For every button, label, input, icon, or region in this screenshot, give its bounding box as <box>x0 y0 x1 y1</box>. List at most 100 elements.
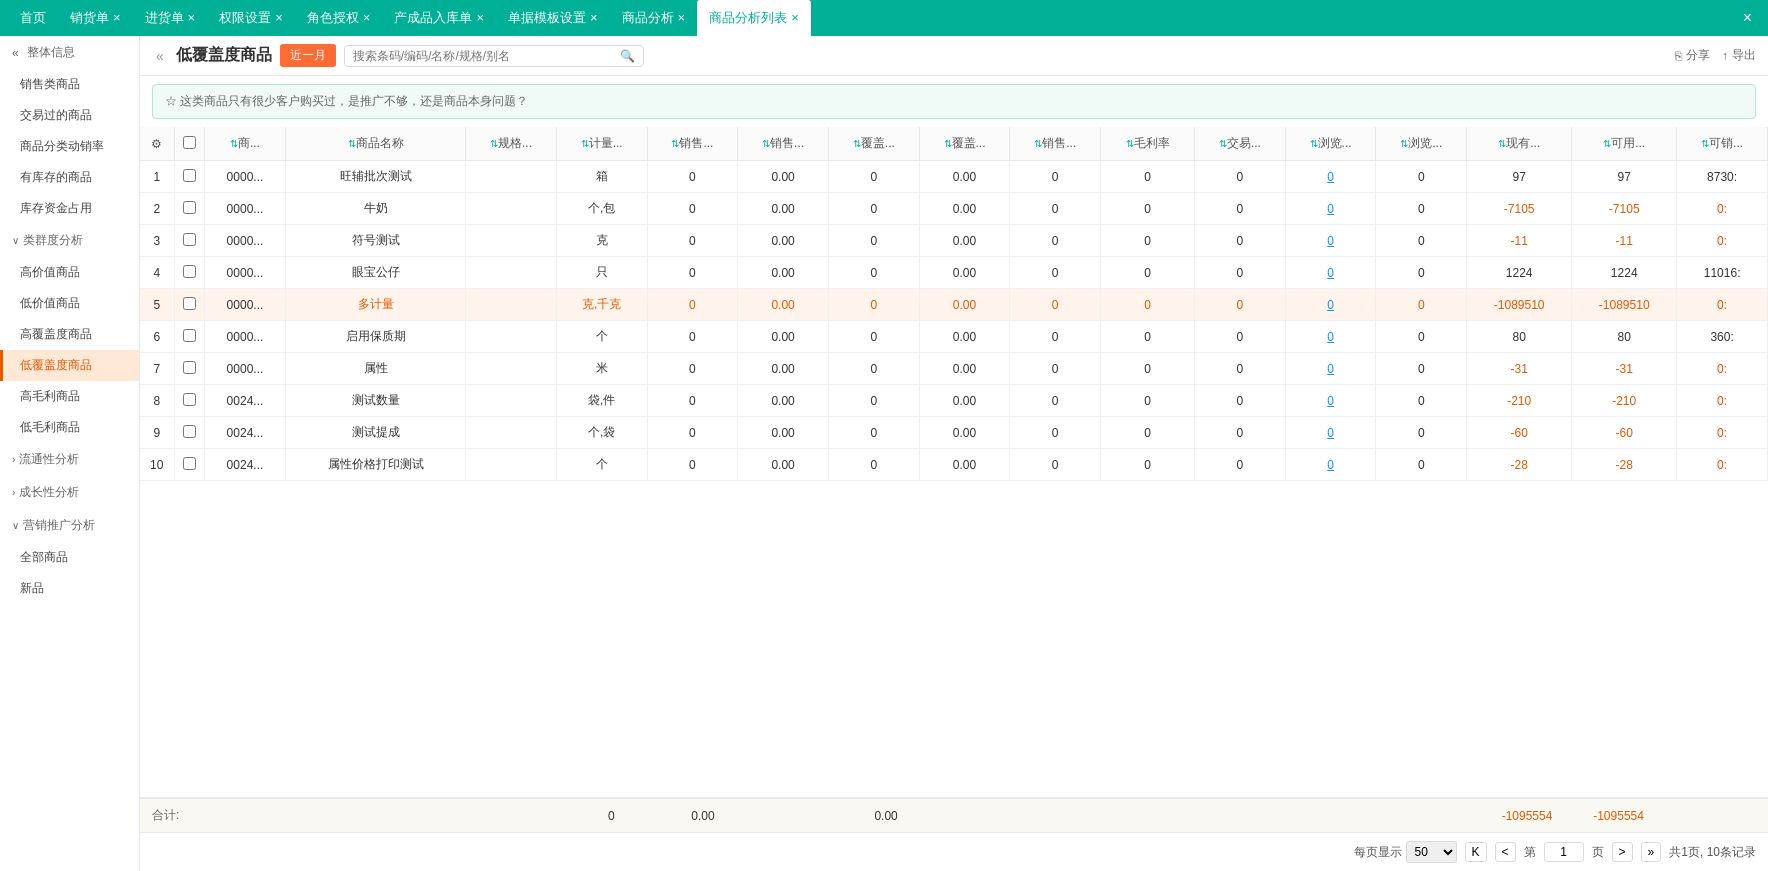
sidebar-item-all-products[interactable]: 全部商品 <box>0 542 139 573</box>
row-select-checkbox[interactable] <box>183 169 196 182</box>
sidebar-item-high-value[interactable]: 高价值商品 <box>0 257 139 288</box>
row-browse2: 0 <box>1376 289 1467 321</box>
search-input[interactable] <box>353 49 616 63</box>
table-row: 90024...测试提成个,袋00.0000.0000000-60-600: <box>140 417 1768 449</box>
first-page-button[interactable]: K <box>1465 842 1487 862</box>
sidebar-section-cluster[interactable]: ∨ 类群度分析 <box>0 224 139 257</box>
column-sellable[interactable]: ⇅可销... <box>1677 127 1768 161</box>
column-available[interactable]: ⇅可用... <box>1572 127 1677 161</box>
column-current-stock[interactable]: ⇅现有... <box>1467 127 1572 161</box>
column-sales-qty[interactable]: ⇅销售... <box>647 127 738 161</box>
row-browse2: 0 <box>1376 257 1467 289</box>
column-spec[interactable]: ⇅规格... <box>466 127 557 161</box>
row-sellable: 0: <box>1677 385 1768 417</box>
sidebar-item-high-margin[interactable]: 高毛利商品 <box>0 381 139 412</box>
page-title: 低覆盖度商品 <box>176 45 272 66</box>
period-button[interactable]: 近一月 <box>280 44 336 67</box>
sidebar-item-low-value[interactable]: 低价值商品 <box>0 288 139 319</box>
row-checkbox[interactable] <box>174 321 204 353</box>
column-sales-amt[interactable]: ⇅销售... <box>738 127 829 161</box>
nav-item-permissions[interactable]: 权限设置 × <box>207 0 295 36</box>
page-input[interactable] <box>1544 842 1584 862</box>
row-sellable: 11016: <box>1677 257 1768 289</box>
row-select-checkbox[interactable] <box>183 201 196 214</box>
row-checkbox[interactable] <box>174 353 204 385</box>
sidebar-section-overall[interactable]: « 整体信息 <box>0 36 139 69</box>
content-header: « 低覆盖度商品 近一月 🔍 ⎘ 分享 ↑ 导出 <box>140 36 1768 76</box>
row-checkbox[interactable] <box>174 289 204 321</box>
row-sales-amt: 0.00 <box>738 257 829 289</box>
row-checkbox[interactable] <box>174 417 204 449</box>
row-checkbox[interactable] <box>174 225 204 257</box>
row-select-checkbox[interactable] <box>183 425 196 438</box>
export-button[interactable]: ↑ 导出 <box>1722 47 1756 64</box>
row-select-checkbox[interactable] <box>183 329 196 342</box>
row-num: 4 <box>140 257 174 289</box>
nav-item-sales[interactable]: 销货单 × <box>58 0 133 36</box>
row-gross: 0 <box>1101 385 1195 417</box>
row-checkbox[interactable] <box>174 257 204 289</box>
column-settings[interactable]: ⚙ <box>140 127 174 161</box>
column-trade[interactable]: ⇅交易... <box>1195 127 1286 161</box>
row-cov1: 0 <box>828 257 919 289</box>
nav-item-production[interactable]: 产成品入库单 × <box>382 0 496 36</box>
row-checkbox[interactable] <box>174 161 204 193</box>
column-unit[interactable]: ⇅计量... <box>556 127 647 161</box>
next-page-button[interactable]: > <box>1612 842 1633 862</box>
column-coverage1[interactable]: ⇅覆盖... <box>828 127 919 161</box>
prev-page-button[interactable]: < <box>1495 842 1516 862</box>
row-checkbox[interactable] <box>174 193 204 225</box>
column-code[interactable]: ⇅商... <box>204 127 286 161</box>
row-trade: 0 <box>1195 161 1286 193</box>
column-sales-data[interactable]: ⇅销售... <box>1010 127 1101 161</box>
sidebar-item-traded-products[interactable]: 交易过的商品 <box>0 100 139 131</box>
row-current: -210 <box>1467 385 1572 417</box>
row-browse1: 0 <box>1285 353 1376 385</box>
nav-item-product-analysis[interactable]: 商品分析 × <box>610 0 698 36</box>
row-available: 1224 <box>1572 257 1677 289</box>
row-select-checkbox[interactable] <box>183 233 196 246</box>
row-spec <box>466 353 557 385</box>
row-select-checkbox[interactable] <box>183 457 196 470</box>
column-gross-rate[interactable]: ⇅毛利率 <box>1101 127 1195 161</box>
nav-item-template[interactable]: 单据模板设置 × <box>496 0 610 36</box>
search-icon[interactable]: 🔍 <box>620 49 635 63</box>
per-page-dropdown[interactable]: 50 20 100 200 <box>1406 841 1457 863</box>
row-sales-qty: 0 <box>647 289 738 321</box>
row-select-checkbox[interactable] <box>183 393 196 406</box>
sidebar-section-growth[interactable]: › 成长性分析 <box>0 476 139 509</box>
nav-item-roles[interactable]: 角色授权 × <box>295 0 383 36</box>
nav-item-purchase[interactable]: 进货单 × <box>133 0 208 36</box>
sidebar-item-low-coverage[interactable]: 低覆盖度商品 <box>0 350 139 381</box>
row-checkbox[interactable] <box>174 449 204 481</box>
sidebar-section-marketing[interactable]: ∨ 营销推广分析 <box>0 509 139 542</box>
row-browse1: 0 <box>1285 321 1376 353</box>
share-button[interactable]: ⎘ 分享 <box>1675 47 1710 64</box>
select-all-checkbox[interactable] <box>183 136 196 149</box>
nav-item-home[interactable]: 首页 <box>8 0 58 36</box>
row-select-checkbox[interactable] <box>183 265 196 278</box>
row-cov1: 0 <box>828 449 919 481</box>
sidebar-item-low-margin[interactable]: 低毛利商品 <box>0 412 139 443</box>
column-browse2[interactable]: ⇅浏览... <box>1376 127 1467 161</box>
sidebar-item-high-coverage[interactable]: 高覆盖度商品 <box>0 319 139 350</box>
column-coverage2[interactable]: ⇅覆盖... <box>919 127 1010 161</box>
row-checkbox[interactable] <box>174 385 204 417</box>
sidebar-item-category-turnover[interactable]: 商品分类动销率 <box>0 131 139 162</box>
sidebar-item-new-products[interactable]: 新品 <box>0 573 139 604</box>
row-gross: 0 <box>1101 417 1195 449</box>
row-select-checkbox[interactable] <box>183 297 196 310</box>
sidebar-item-stock-capital[interactable]: 库存资金占用 <box>0 193 139 224</box>
sidebar-collapse-button[interactable]: « <box>152 46 168 66</box>
sidebar-item-sales-products[interactable]: 销售类商品 <box>0 69 139 100</box>
sidebar-item-stocked-products[interactable]: 有库存的商品 <box>0 162 139 193</box>
column-browse1[interactable]: ⇅浏览... <box>1285 127 1376 161</box>
window-close-button[interactable]: × <box>1735 9 1760 27</box>
row-spec <box>466 289 557 321</box>
last-page-button[interactable]: » <box>1641 842 1662 862</box>
row-num: 7 <box>140 353 174 385</box>
nav-item-product-analysis-list[interactable]: 商品分析列表 × <box>697 0 811 36</box>
sidebar-section-liquidity[interactable]: › 流通性分析 <box>0 443 139 476</box>
column-name[interactable]: ⇅商品名称 <box>286 127 466 161</box>
row-select-checkbox[interactable] <box>183 361 196 374</box>
